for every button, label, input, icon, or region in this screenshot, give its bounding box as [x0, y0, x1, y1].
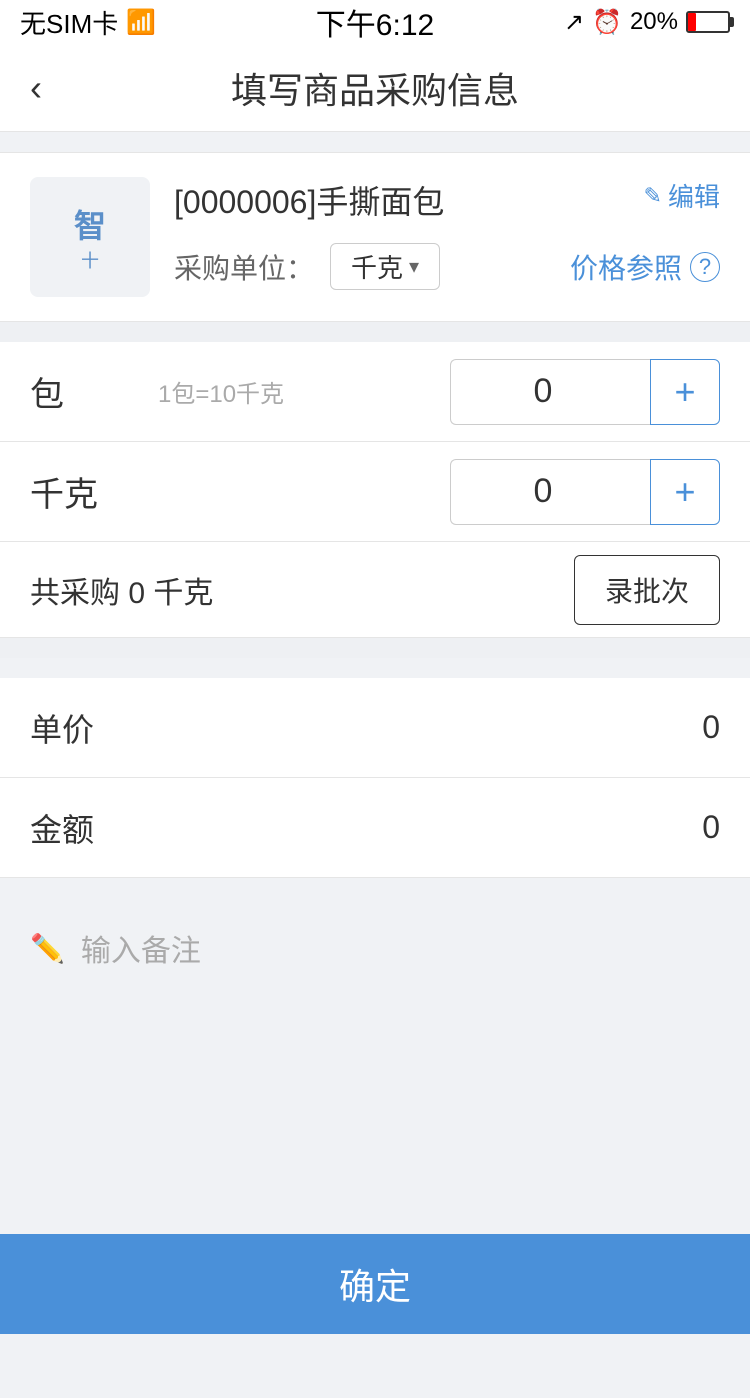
edit-icon: ✎ — [644, 183, 662, 209]
section-divider-1 — [0, 322, 750, 342]
product-logo-sub: 十 — [81, 247, 99, 273]
section-divider-2 — [0, 638, 750, 658]
product-unit-row: 采购单位： 千克 ▾ 价格参照 ? — [174, 243, 720, 290]
chevron-down-icon: ▾ — [409, 254, 419, 279]
alarm-icon: ⏰ — [592, 8, 622, 37]
confirm-button[interactable]: 确定 — [0, 1234, 750, 1334]
status-time: 下午6:12 — [316, 0, 434, 44]
quantity-input-wrap-bao: + — [450, 359, 720, 425]
back-button[interactable]: ‹ — [30, 67, 42, 109]
amount-label: 金额 — [30, 805, 94, 851]
record-batch-button[interactable]: 录批次 — [574, 555, 720, 625]
quantity-input-wrap-kg: + — [450, 459, 720, 525]
total-row: 共采购 0 千克 录批次 — [0, 542, 750, 638]
quantity-input-kg[interactable] — [450, 459, 650, 525]
unit-select[interactable]: 千克 ▾ — [330, 243, 440, 290]
quantity-row-bao: 包 1包=10千克 + — [0, 342, 750, 442]
product-info: [0000006]手撕面包 采购单位： 千克 ▾ 价格参照 ? — [174, 177, 720, 290]
info-section: 单价 0 金额 0 — [0, 678, 750, 878]
carrier-text: 无SIM卡 — [20, 4, 118, 41]
quantity-input-bao[interactable] — [450, 359, 650, 425]
quantity-label-bao: 包 — [30, 367, 150, 416]
unit-value: 千克 — [351, 248, 403, 285]
info-row-price: 单价 0 — [0, 678, 750, 778]
status-bar: 无SIM卡 📶 下午6:12 ↗ ⏰ 20% — [0, 0, 750, 44]
quantity-section: 包 1包=10千克 + 千克 + — [0, 342, 750, 542]
product-image: 智 十 — [30, 177, 150, 297]
amount-value: 0 — [702, 809, 720, 846]
quantity-plus-kg[interactable]: + — [650, 459, 720, 525]
edit-label: 编辑 — [668, 177, 720, 214]
wifi-icon: 📶 — [126, 8, 156, 37]
info-icon: ? — [690, 252, 720, 282]
product-logo: 智 — [74, 201, 106, 247]
quantity-label-kg: 千克 — [30, 467, 150, 516]
quantity-row-kg: 千克 + — [0, 442, 750, 542]
product-card: 智 十 [0000006]手撕面包 采购单位： 千克 ▾ 价格参照 ? ✎ 编辑 — [0, 152, 750, 322]
remark-placeholder: 输入备注 — [81, 926, 201, 970]
price-ref-button[interactable]: 价格参照 ? — [570, 247, 720, 287]
price-label: 单价 — [30, 705, 94, 751]
price-ref-label: 价格参照 — [570, 247, 682, 287]
quantity-sub-label-bao: 1包=10千克 — [158, 374, 284, 409]
info-row-amount: 金额 0 — [0, 778, 750, 878]
product-name: [0000006]手撕面包 — [174, 177, 720, 223]
status-right: ↗ ⏰ 20% — [564, 8, 730, 37]
pencil-icon: ✏️ — [30, 932, 65, 965]
battery-percent: 20% — [630, 8, 678, 36]
status-left: 无SIM卡 📶 — [20, 4, 156, 41]
unit-label: 采购单位： — [174, 247, 314, 287]
remark-section[interactable]: ✏️ 输入备注 — [0, 898, 750, 998]
page-title: 填写商品采购信息 — [231, 62, 519, 114]
price-value: 0 — [702, 709, 720, 746]
quantity-plus-bao[interactable]: + — [650, 359, 720, 425]
battery-icon — [686, 11, 730, 33]
edit-button[interactable]: ✎ 编辑 — [644, 177, 720, 214]
total-text: 共采购 0 千克 — [30, 568, 213, 612]
location-icon: ↗ — [564, 8, 584, 37]
confirm-label: 确定 — [339, 1258, 411, 1310]
nav-bar: ‹ 填写商品采购信息 — [0, 44, 750, 132]
